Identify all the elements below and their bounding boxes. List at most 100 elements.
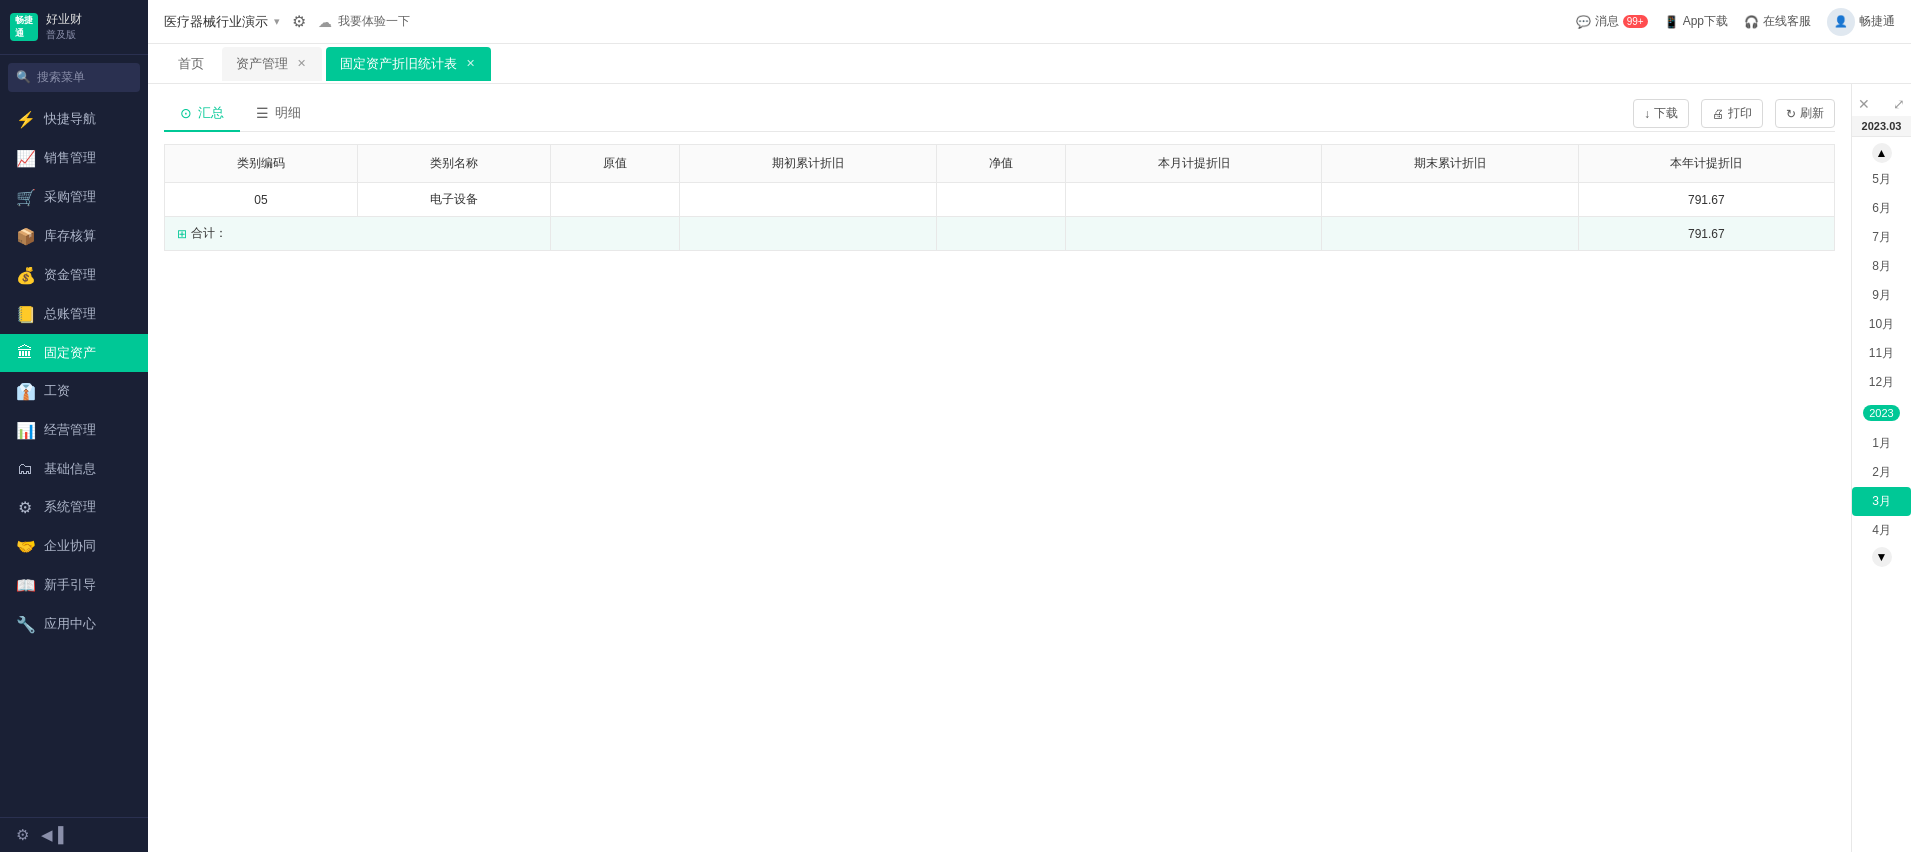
cell-name: 电子设备	[357, 183, 550, 217]
subtab-detail[interactable]: ☰ 明细	[240, 96, 317, 132]
app-title: 好业财	[46, 12, 82, 28]
total-icon: ⊞	[177, 227, 187, 241]
app-center-icon: 🔧	[16, 615, 34, 634]
col-net-value: 净值	[936, 145, 1065, 183]
quick-nav-icon: ⚡	[16, 110, 34, 129]
user-menu[interactable]: 👤 畅捷通	[1827, 8, 1895, 36]
date-panel-header: ✕ ⤢	[1852, 92, 1911, 116]
sidebar-item-sales[interactable]: 📈 销售管理	[0, 139, 148, 178]
refresh-btn-label: 刷新	[1800, 105, 1824, 122]
total-row: ⊞ 合计： 791.67	[165, 217, 1835, 251]
content-inner: ⊙ 汇总 ☰ 明细 ↓ 下载 🖨 打印	[148, 84, 1851, 852]
user-name: 畅捷通	[1859, 13, 1895, 30]
app-download-button[interactable]: 📱 App下载	[1664, 13, 1728, 30]
sidebar-item-guide[interactable]: 📖 新手引导	[0, 566, 148, 605]
print-button[interactable]: 🖨 打印	[1701, 99, 1763, 128]
online-service-button[interactable]: 🎧 在线客服	[1744, 13, 1811, 30]
date-item-1[interactable]: 1月	[1852, 429, 1911, 458]
finance-icon: 💰	[16, 266, 34, 285]
tab-depreciation-close[interactable]: ✕	[463, 57, 477, 71]
sidebar-item-cooperation[interactable]: 🤝 企业协同	[0, 527, 148, 566]
total-original	[550, 217, 679, 251]
date-item-8[interactable]: 8月	[1852, 252, 1911, 281]
message-label: 消息	[1595, 13, 1619, 30]
sidebar-item-purchase[interactable]: 🛒 采购管理	[0, 178, 148, 217]
guide-icon: 📖	[16, 576, 34, 595]
sidebar-footer: ⚙ ◀▐	[0, 817, 148, 852]
main-area: 医疗器械行业演示 ▾ ⚙ ☁ 我要体验一下 💬 消息 99+ 📱 App下载 🎧…	[148, 0, 1911, 852]
panel-expand-icon[interactable]: ⤢	[1893, 96, 1905, 112]
col-initial-dep: 期初累计折旧	[680, 145, 936, 183]
topbar-settings-icon[interactable]: ⚙	[292, 12, 306, 31]
business-icon: 📊	[16, 421, 34, 440]
ledger-icon: 📒	[16, 305, 34, 324]
experience-button[interactable]: ☁ 我要体验一下	[318, 13, 410, 30]
total-label: ⊞ 合计：	[177, 225, 538, 242]
subtab-summary[interactable]: ⊙ 汇总	[164, 96, 240, 132]
sidebar-item-app-center[interactable]: 🔧 应用中心	[0, 605, 148, 644]
sidebar-item-ledger[interactable]: 📒 总账管理	[0, 295, 148, 334]
sidebar: 畅捷通 好业财 普及版 🔍 搜索菜单 ⚡ 快捷导航 📈 销售管理 🛒 采购管理 …	[0, 0, 148, 852]
date-item-7[interactable]: 7月	[1852, 223, 1911, 252]
date-item-3[interactable]: 3月	[1852, 487, 1911, 516]
total-initial-dep	[680, 217, 936, 251]
sidebar-item-payroll[interactable]: 👔 工资	[0, 372, 148, 411]
sidebar-item-quick-nav[interactable]: ⚡ 快捷导航	[0, 100, 148, 139]
scroll-up-icon: ▲	[1876, 146, 1888, 160]
download-btn-label: 下载	[1654, 105, 1678, 122]
tab-home-label: 首页	[178, 55, 204, 73]
cell-original	[550, 183, 679, 217]
date-item-2[interactable]: 2月	[1852, 458, 1911, 487]
cell-net-value	[936, 183, 1065, 217]
payroll-icon: 👔	[16, 382, 34, 401]
date-item-12[interactable]: 12月	[1852, 368, 1911, 397]
col-monthly-dep: 本月计提折旧	[1066, 145, 1322, 183]
refresh-button[interactable]: ↻ 刷新	[1775, 99, 1835, 128]
total-annual-dep: 791.67	[1578, 217, 1834, 251]
date-item-4[interactable]: 4月	[1852, 516, 1911, 545]
date-item-9[interactable]: 9月	[1852, 281, 1911, 310]
action-bar: ↓ 下载 🖨 打印 ↻ 刷新	[1633, 99, 1835, 128]
tab-asset-management[interactable]: 资产管理 ✕	[222, 47, 322, 81]
logo-icon: 畅捷通	[10, 13, 38, 41]
date-item-10[interactable]: 10月	[1852, 310, 1911, 339]
cell-end-dep	[1322, 183, 1578, 217]
message-icon: 💬	[1576, 15, 1591, 29]
date-panel: ✕ ⤢ 2023.03 ▲ 5月 6月 7月 8月 9月 10月 11月 12月…	[1851, 84, 1911, 852]
sidebar-item-business[interactable]: 📊 经营管理	[0, 411, 148, 450]
company-selector[interactable]: 医疗器械行业演示 ▾	[164, 13, 280, 31]
date-item-11[interactable]: 11月	[1852, 339, 1911, 368]
sidebar-item-inventory[interactable]: 📦 库存核算	[0, 217, 148, 256]
settings-icon[interactable]: ⚙	[16, 826, 29, 844]
tab-depreciation-report[interactable]: 固定资产折旧统计表 ✕	[326, 47, 491, 81]
sidebar-item-label: 基础信息	[44, 460, 96, 478]
sidebar-footer-icons: ⚙ ◀▐	[16, 826, 64, 844]
date-item-5[interactable]: 5月	[1852, 165, 1911, 194]
chevron-down-icon: ▾	[274, 15, 280, 28]
sidebar-item-label: 经营管理	[44, 421, 96, 439]
download-button[interactable]: ↓ 下载	[1633, 99, 1689, 128]
scroll-up-button[interactable]: ▲	[1872, 143, 1892, 163]
search-menu-item[interactable]: 🔍 搜索菜单	[8, 63, 140, 92]
sidebar-item-base-info[interactable]: 🗂 基础信息	[0, 450, 148, 488]
message-button[interactable]: 💬 消息 99+	[1576, 13, 1648, 30]
subtab-detail-label: 明细	[275, 104, 301, 122]
subtabs: ⊙ 汇总 ☰ 明细 ↓ 下载 🖨 打印	[164, 96, 1835, 132]
sidebar-item-system[interactable]: ⚙ 系统管理	[0, 488, 148, 527]
purchase-icon: 🛒	[16, 188, 34, 207]
tab-asset-close[interactable]: ✕	[294, 57, 308, 71]
tab-home[interactable]: 首页	[164, 47, 218, 81]
topbar: 医疗器械行业演示 ▾ ⚙ ☁ 我要体验一下 💬 消息 99+ 📱 App下载 🎧…	[148, 0, 1911, 44]
sidebar-item-finance[interactable]: 💰 资金管理	[0, 256, 148, 295]
sidebar-item-fixed-assets[interactable]: 🏛 固定资产	[0, 334, 148, 372]
scroll-down-button[interactable]: ▼	[1872, 547, 1892, 567]
company-name: 医疗器械行业演示	[164, 13, 268, 31]
sidebar-item-label: 应用中心	[44, 615, 96, 633]
detail-icon: ☰	[256, 105, 269, 121]
col-name: 类别名称	[357, 145, 550, 183]
collapse-icon[interactable]: ◀▐	[41, 826, 64, 844]
sidebar-item-label: 快捷导航	[44, 110, 96, 128]
sidebar-item-label: 资金管理	[44, 266, 96, 284]
date-item-6[interactable]: 6月	[1852, 194, 1911, 223]
panel-close-icon[interactable]: ✕	[1858, 96, 1870, 112]
